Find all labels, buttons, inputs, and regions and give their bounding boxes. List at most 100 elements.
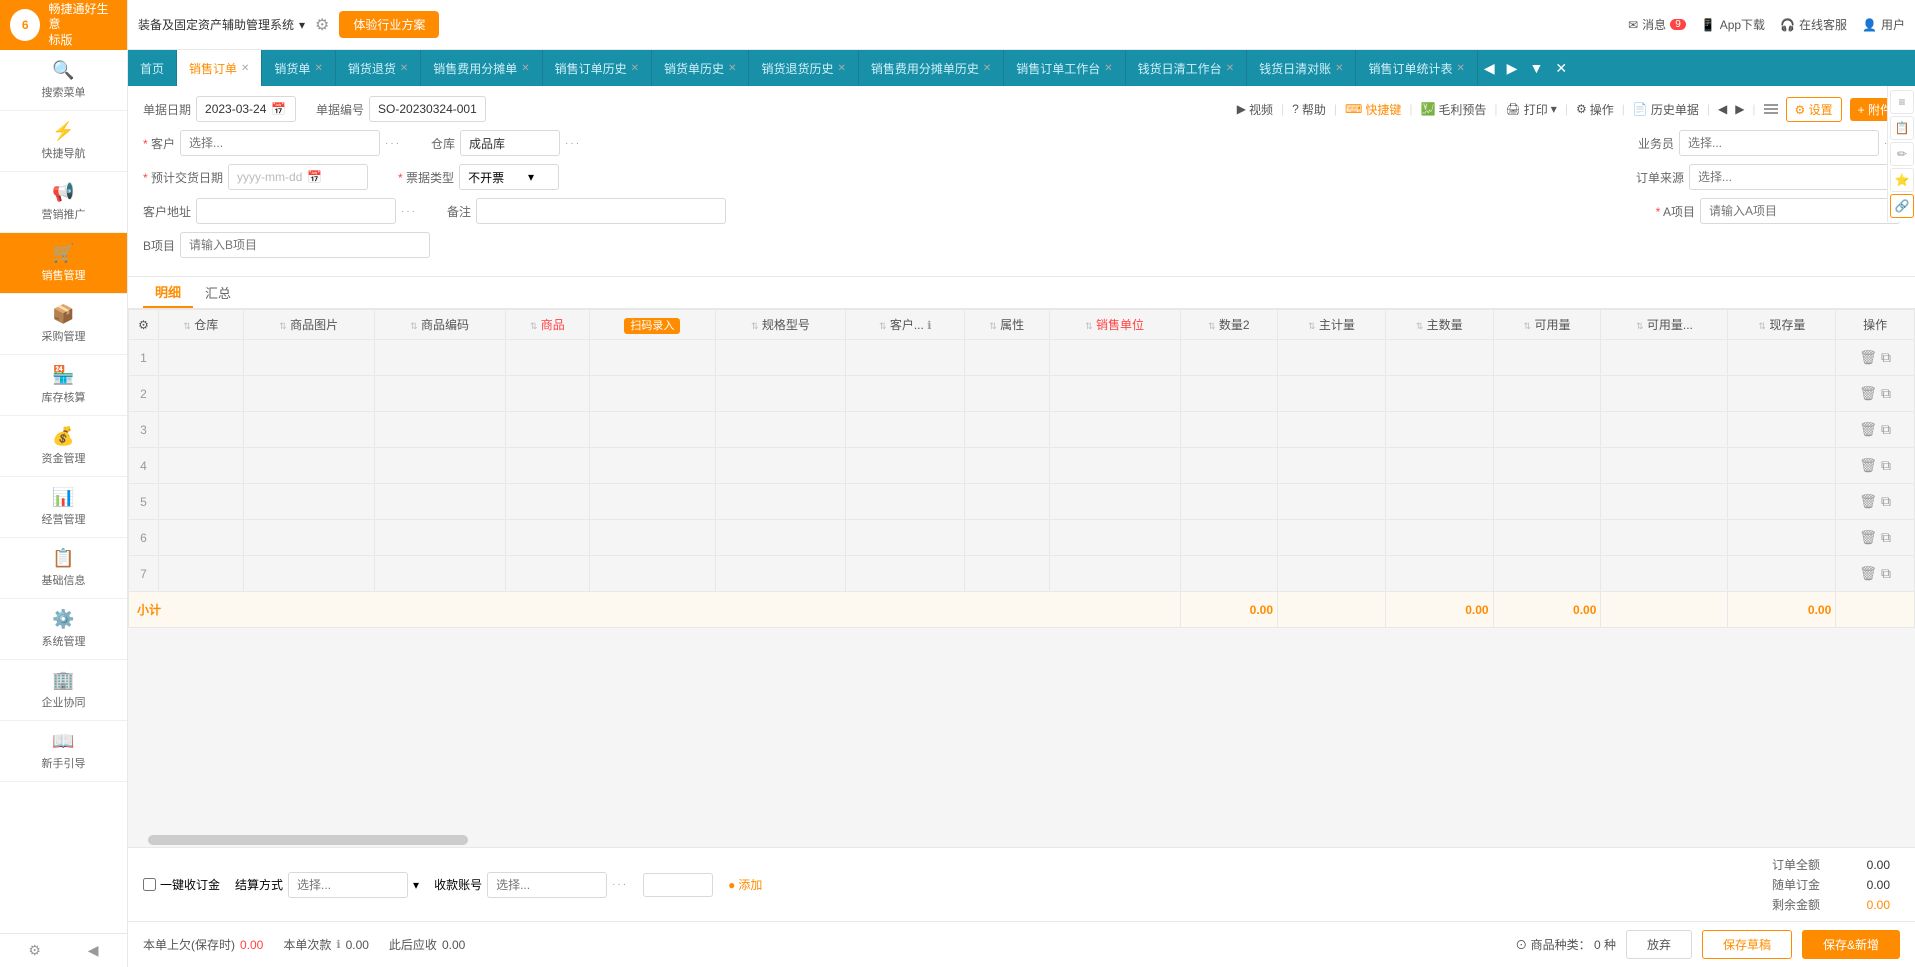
project-b-input[interactable] [180,232,430,258]
tab-return-history[interactable]: 销货单历史 ✕ [652,50,749,86]
copy-icon[interactable]: ⧉ [1881,385,1891,402]
cell-attr[interactable] [964,340,1049,376]
tab-summary[interactable]: 汇总 [193,278,243,307]
sidebar-item-search[interactable]: 🔍 搜索菜单 [0,50,127,111]
help-btn[interactable]: ? 帮助 [1292,101,1326,118]
delete-icon[interactable]: 🗑 [1859,421,1877,438]
industry-btn[interactable]: 体验行业方案 [339,11,439,38]
right-panel-btn-3[interactable]: ✏ [1890,142,1914,166]
cell-spec[interactable] [715,340,846,376]
nav-next-icon[interactable]: ▶ [1735,102,1744,116]
sidebar-item-inventory[interactable]: 🏪 库存核算 [0,355,127,416]
scroll-bar-inner[interactable] [148,835,468,845]
order-source-input[interactable] [1689,164,1889,190]
col-gear[interactable]: ⚙ [129,310,159,340]
add-payment-btn[interactable]: ● 添加 [728,876,762,893]
menu-icon[interactable] [1764,104,1778,114]
cell-product-img[interactable] [243,340,374,376]
settings-btn[interactable]: ⚙ 设置 [1786,97,1842,122]
tab-expand-icon[interactable]: ✕ [1549,60,1573,77]
settings-icon[interactable]: ⚙ [315,15,329,35]
salesperson-input[interactable] [1679,130,1879,156]
cell-product-img[interactable] [243,376,374,412]
collapse-icon[interactable]: ◀ [88,942,99,959]
tab-close-icon[interactable]: ✕ [983,63,991,74]
user-btn[interactable]: 👤 用户 [1862,16,1905,33]
print-btn[interactable]: 🖨 打印 ▾ [1506,101,1557,118]
customer-more-icon[interactable]: ··· [385,138,401,149]
warehouse-display[interactable]: 成品库 [460,130,560,156]
sidebar-item-system[interactable]: ⚙️ 系统管理 [0,599,127,660]
cell-product-code[interactable] [374,376,505,412]
shortcut-btn[interactable]: ⌨ 快捷键 [1345,101,1401,118]
address-more-icon[interactable]: ··· [401,206,417,217]
save-new-btn[interactable]: 保存&新增 [1802,930,1900,959]
right-panel-btn-1[interactable]: ≡ [1890,90,1914,114]
right-panel-btn-2[interactable]: 📋 [1890,116,1914,140]
history-btn[interactable]: 📄 历史单据 [1633,101,1699,118]
tab-close-icon[interactable]: ✕ [241,63,249,74]
tab-close-icon[interactable]: ✕ [728,63,736,74]
account-input[interactable] [487,872,607,898]
sidebar-item-finance[interactable]: 💰 资金管理 [0,416,127,477]
settings-icon[interactable]: ⚙ [28,942,41,959]
cell-customer-code[interactable] [846,340,964,376]
delete-icon[interactable]: 🗑 [1859,493,1877,510]
cell-available[interactable] [1493,340,1601,376]
method-input[interactable] [288,872,408,898]
tab-expense-history[interactable]: 销售费用分摊单历史 ✕ [859,50,1004,86]
delete-icon[interactable]: 🗑 [1859,529,1877,546]
one-click-checkbox[interactable]: 一键收订金 [143,876,220,893]
save-draft-btn[interactable]: 保存草稿 [1702,930,1792,959]
app-download-btn[interactable]: 📱 App下载 [1701,16,1765,33]
sidebar-item-sales[interactable]: 🛒 销售管理 [0,233,127,294]
tab-sales-refund[interactable]: 销货退货 ✕ [336,50,421,86]
system-selector[interactable]: 装备及固定资产辅助管理系统 ▾ [138,16,305,33]
view-btn[interactable]: ▶ 视频 [1237,101,1273,118]
delete-icon[interactable]: 🗑 [1859,385,1877,402]
sidebar-item-basic[interactable]: 📋 基础信息 [0,538,127,599]
cell-qty2[interactable] [1180,340,1278,376]
copy-icon[interactable]: ⧉ [1881,565,1891,582]
tab-cash-daily[interactable]: 钱货日清工作台 ✕ [1126,50,1247,86]
delete-icon[interactable]: 🗑 [1859,565,1877,582]
tab-expense-split[interactable]: 销售费用分摊单 ✕ [421,50,542,86]
delivery-input[interactable]: yyyy-mm-dd 📅 [228,164,368,190]
warehouse-more-icon[interactable]: ··· [565,138,581,149]
tab-cash-reconcile[interactable]: 钱货日清对账 ✕ [1247,50,1356,86]
sidebar-item-corp[interactable]: 🏢 企业协同 [0,660,127,721]
tab-close-icon[interactable]: ✕ [837,63,845,74]
nav-prev-icon[interactable]: ◀ [1718,102,1727,116]
tab-home[interactable]: 首页 [128,50,177,86]
cell-current-stock[interactable] [1728,340,1836,376]
tab-menu-icon[interactable]: ▼ [1523,60,1549,76]
address-input[interactable] [196,198,396,224]
cell-main-qty[interactable] [1385,340,1493,376]
tab-close-icon[interactable]: ✕ [521,63,529,74]
delete-icon[interactable]: 🗑 [1859,457,1877,474]
tab-nav-next[interactable]: ▶ [1501,60,1524,77]
copy-icon[interactable]: ⧉ [1881,493,1891,510]
ops-btn[interactable]: ⚙ 操作 [1576,101,1614,118]
payment-amount-input[interactable]: 0.00 [643,873,713,897]
right-panel-btn-4[interactable]: ⭐ [1890,168,1914,192]
copy-icon[interactable]: ⧉ [1881,529,1891,546]
discard-btn[interactable]: 放弃 [1626,930,1692,959]
scroll-bar-area[interactable] [128,833,1915,847]
tab-workbench[interactable]: 销售订单工作台 ✕ [1004,50,1125,86]
tab-close-icon[interactable]: ✕ [1335,63,1343,74]
tab-close-icon[interactable]: ✕ [1457,63,1465,74]
one-click-input[interactable] [143,878,156,891]
cell-product-code[interactable] [374,340,505,376]
copy-icon[interactable]: ⧉ [1881,457,1891,474]
cell-product[interactable] [505,376,590,412]
online-service-btn[interactable]: 🎧 在线客服 [1780,16,1847,33]
cell-spec[interactable] [715,376,846,412]
cell-warehouse[interactable] [159,376,244,412]
cell-product[interactable] [505,340,590,376]
sidebar-item-guide[interactable]: 📖 新手引导 [0,721,127,782]
sidebar-item-purchase[interactable]: 📦 采购管理 [0,294,127,355]
date-input[interactable]: 2023-03-24 📅 [196,96,296,122]
sidebar-item-operations[interactable]: 📊 经营管理 [0,477,127,538]
tab-order-history[interactable]: 销售订单历史 ✕ [543,50,652,86]
